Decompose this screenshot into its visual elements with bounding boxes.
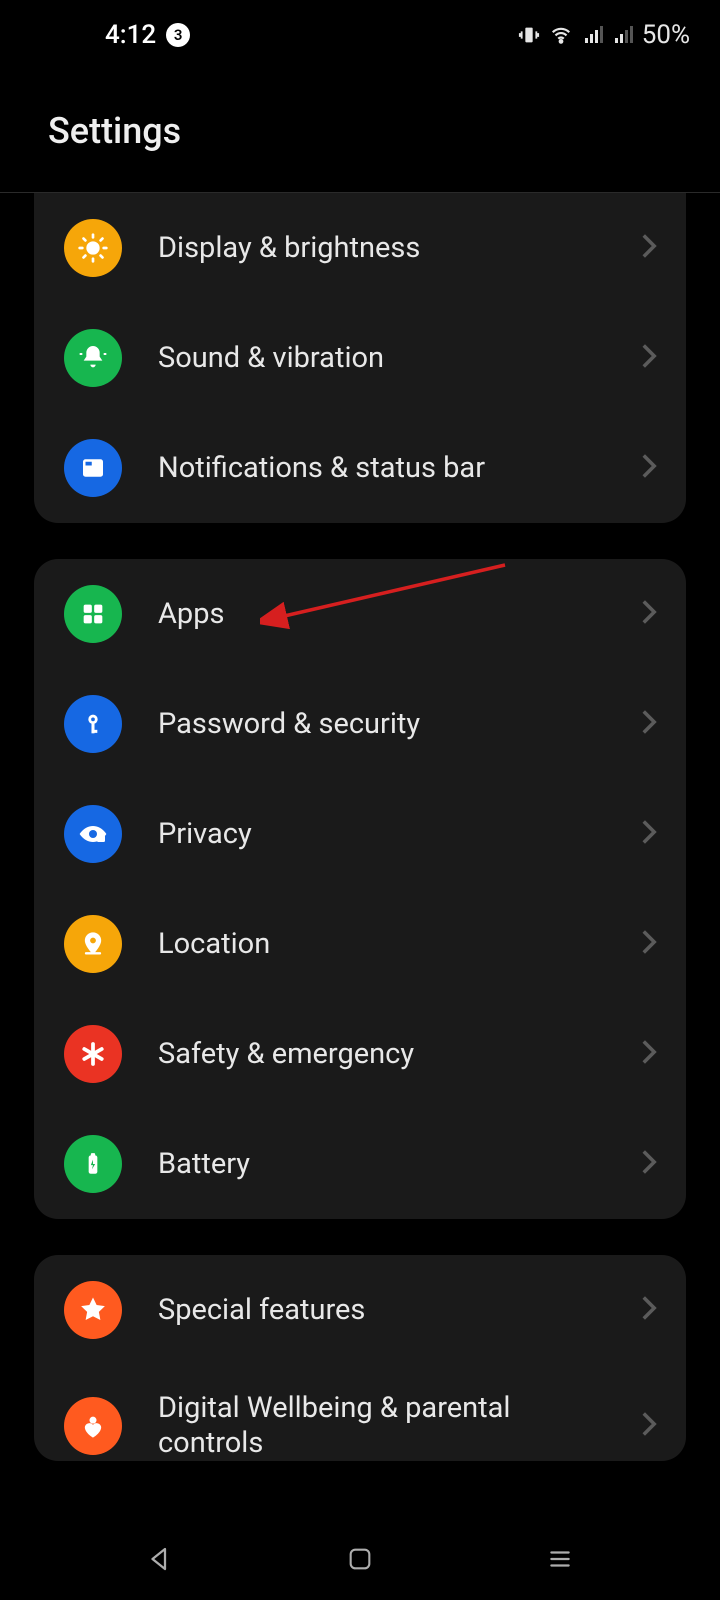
- battery-percentage: 50%: [642, 20, 690, 50]
- heart-icon: [64, 1397, 122, 1455]
- bell-icon: [64, 329, 122, 387]
- wifi-icon: [548, 24, 574, 46]
- chevron-right-icon: [640, 1294, 658, 1326]
- chevron-right-icon: [640, 1148, 658, 1180]
- notification-count-badge: 3: [166, 23, 190, 47]
- settings-group: Special features Digital Wellbeing & par…: [34, 1255, 686, 1461]
- item-battery[interactable]: Battery: [34, 1109, 686, 1219]
- status-time: 4:12: [105, 20, 156, 50]
- signal-2-icon: [612, 25, 634, 45]
- item-label: Sound & vibration: [158, 341, 604, 376]
- signal-1-icon: [582, 25, 604, 45]
- asterisk-icon: [64, 1025, 122, 1083]
- chevron-right-icon: [640, 452, 658, 484]
- item-location[interactable]: Location: [34, 889, 686, 999]
- nav-home-button[interactable]: [300, 1534, 420, 1584]
- item-label: Digital Wellbeing & parental controls: [158, 1391, 604, 1461]
- brightness-icon: [64, 219, 122, 277]
- chevron-right-icon: [640, 598, 658, 630]
- chevron-right-icon: [640, 1038, 658, 1070]
- battery-icon: [64, 1135, 122, 1193]
- item-label: Password & security: [158, 707, 604, 742]
- nav-recents-button[interactable]: [500, 1534, 620, 1584]
- chevron-right-icon: [640, 928, 658, 960]
- item-label: Display & brightness: [158, 231, 604, 266]
- item-display-brightness[interactable]: Display & brightness: [34, 193, 686, 303]
- item-digital-wellbeing[interactable]: Digital Wellbeing & parental controls: [34, 1365, 686, 1461]
- settings-group: Display & brightness Sound & vibration N…: [34, 193, 686, 523]
- nav-back-button[interactable]: [100, 1534, 220, 1584]
- item-special-features[interactable]: Special features: [34, 1255, 686, 1365]
- star-icon: [64, 1281, 122, 1339]
- item-privacy[interactable]: Privacy: [34, 779, 686, 889]
- item-notifications-status-bar[interactable]: Notifications & status bar: [34, 413, 686, 523]
- chevron-right-icon: [640, 818, 658, 850]
- status-bar: 4:12 3 50%: [0, 0, 720, 70]
- status-right: 50%: [518, 20, 690, 50]
- item-apps[interactable]: Apps: [34, 559, 686, 669]
- chevron-right-icon: [640, 232, 658, 264]
- eye-lock-icon: [64, 805, 122, 863]
- vibrate-icon: [518, 24, 540, 46]
- item-label: Notifications & status bar: [158, 451, 604, 486]
- settings-group: Apps Password & security Privacy Locatio…: [34, 559, 686, 1219]
- status-left: 4:12 3: [105, 20, 190, 50]
- item-label: Safety & emergency: [158, 1037, 604, 1072]
- chevron-right-icon: [640, 342, 658, 374]
- navigation-bar: [0, 1518, 720, 1600]
- page-title: Settings: [48, 110, 720, 152]
- page-header: Settings: [0, 70, 720, 192]
- item-label: Battery: [158, 1147, 604, 1182]
- item-label: Special features: [158, 1293, 604, 1328]
- item-label: Privacy: [158, 817, 604, 852]
- settings-list: Display & brightness Sound & vibration N…: [0, 193, 720, 1461]
- item-label: Apps: [158, 597, 604, 632]
- location-icon: [64, 915, 122, 973]
- chevron-right-icon: [640, 1410, 658, 1442]
- key-icon: [64, 695, 122, 753]
- panel-icon: [64, 439, 122, 497]
- grid-icon: [64, 585, 122, 643]
- item-label: Location: [158, 927, 604, 962]
- item-safety-emergency[interactable]: Safety & emergency: [34, 999, 686, 1109]
- item-password-security[interactable]: Password & security: [34, 669, 686, 779]
- item-sound-vibration[interactable]: Sound & vibration: [34, 303, 686, 413]
- chevron-right-icon: [640, 708, 658, 740]
